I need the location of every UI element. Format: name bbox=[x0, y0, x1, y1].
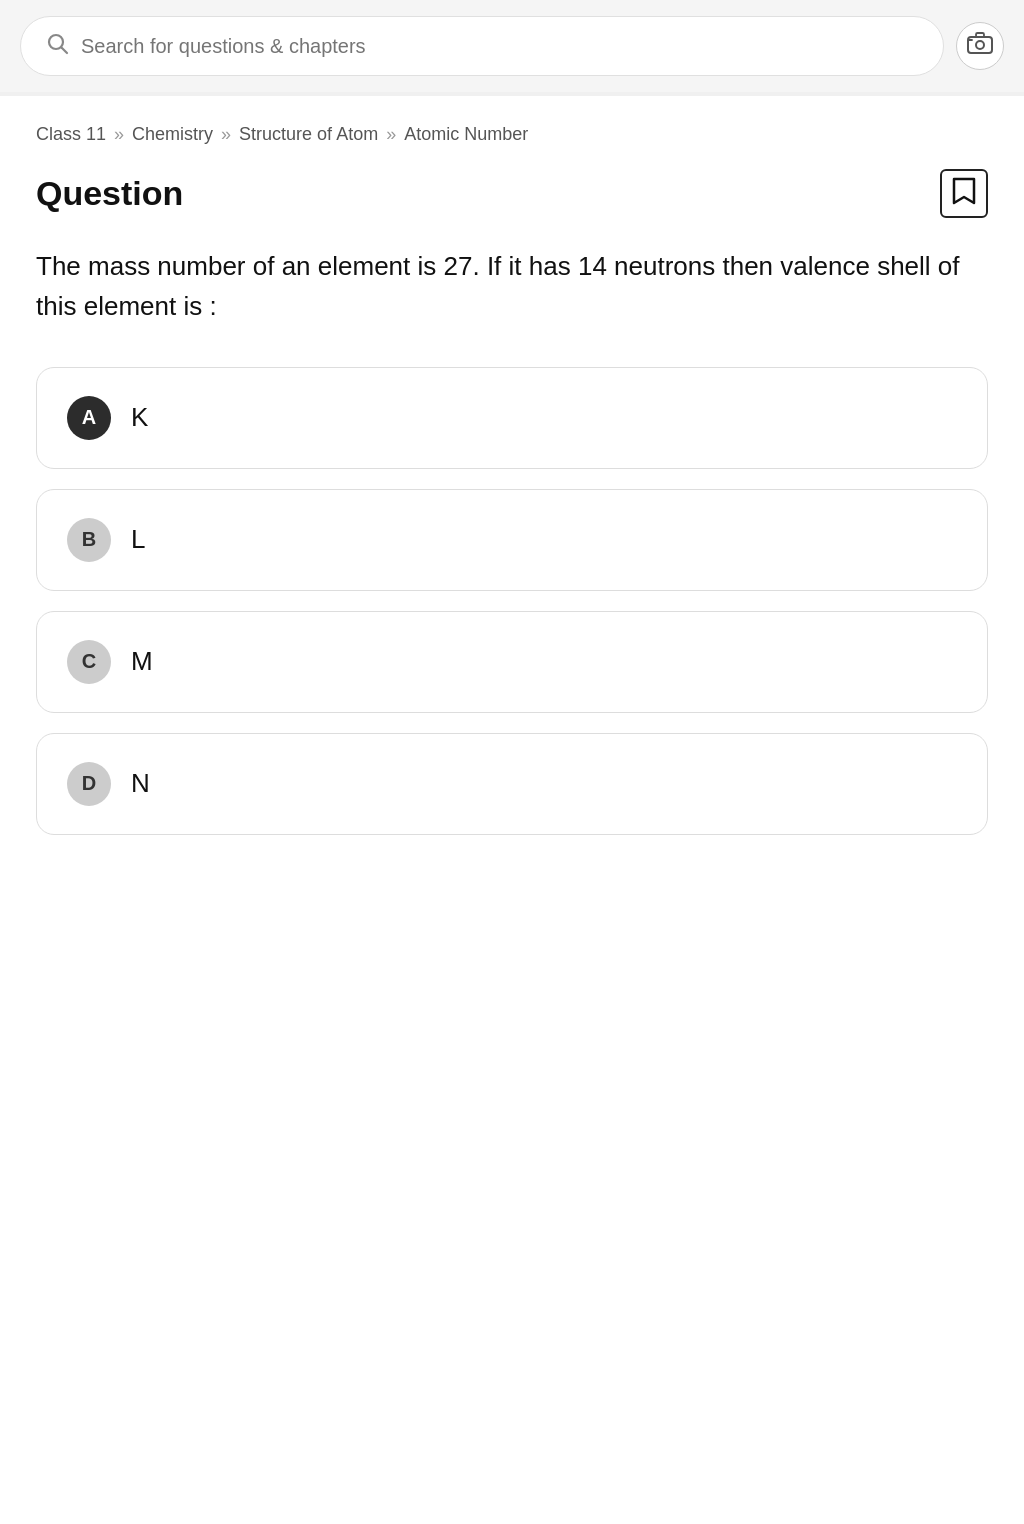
question-title: Question bbox=[36, 174, 183, 213]
breadcrumb-sep-3: » bbox=[386, 124, 396, 145]
search-input[interactable] bbox=[81, 35, 919, 58]
search-box[interactable] bbox=[20, 16, 944, 76]
question-body: The mass number of an element is 27. If … bbox=[36, 246, 988, 327]
question-header: Question bbox=[36, 169, 988, 218]
breadcrumb-structure[interactable]: Structure of Atom bbox=[239, 124, 378, 145]
option-badge-c: C bbox=[67, 640, 111, 684]
option-c[interactable]: C M bbox=[36, 611, 988, 713]
option-d[interactable]: D N bbox=[36, 733, 988, 835]
option-label-d: N bbox=[131, 768, 150, 799]
option-badge-a: A bbox=[67, 396, 111, 440]
camera-button[interactable] bbox=[956, 22, 1004, 70]
option-label-a: K bbox=[131, 402, 148, 433]
svg-point-3 bbox=[976, 41, 984, 49]
breadcrumb-section: Class 11 » Chemistry » Structure of Atom… bbox=[0, 96, 1024, 161]
options-list: A K B L C M D N bbox=[36, 367, 988, 835]
camera-icon bbox=[967, 32, 993, 60]
option-a[interactable]: A K bbox=[36, 367, 988, 469]
breadcrumb-chemistry[interactable]: Chemistry bbox=[132, 124, 213, 145]
breadcrumb-class11[interactable]: Class 11 bbox=[36, 124, 106, 145]
option-badge-d: D bbox=[67, 762, 111, 806]
breadcrumb-sep-1: » bbox=[114, 124, 124, 145]
svg-line-1 bbox=[62, 48, 68, 54]
breadcrumb: Class 11 » Chemistry » Structure of Atom… bbox=[36, 124, 988, 145]
option-label-c: M bbox=[131, 646, 153, 677]
option-b[interactable]: B L bbox=[36, 489, 988, 591]
breadcrumb-sep-2: » bbox=[221, 124, 231, 145]
question-section: Question The mass number of an element i… bbox=[0, 161, 1024, 835]
search-bar-container bbox=[0, 0, 1024, 92]
option-label-b: L bbox=[131, 524, 145, 555]
breadcrumb-atomic[interactable]: Atomic Number bbox=[404, 124, 528, 145]
svg-rect-4 bbox=[976, 33, 984, 37]
search-icon bbox=[45, 31, 69, 61]
option-badge-b: B bbox=[67, 518, 111, 562]
bookmark-button[interactable] bbox=[940, 169, 988, 218]
